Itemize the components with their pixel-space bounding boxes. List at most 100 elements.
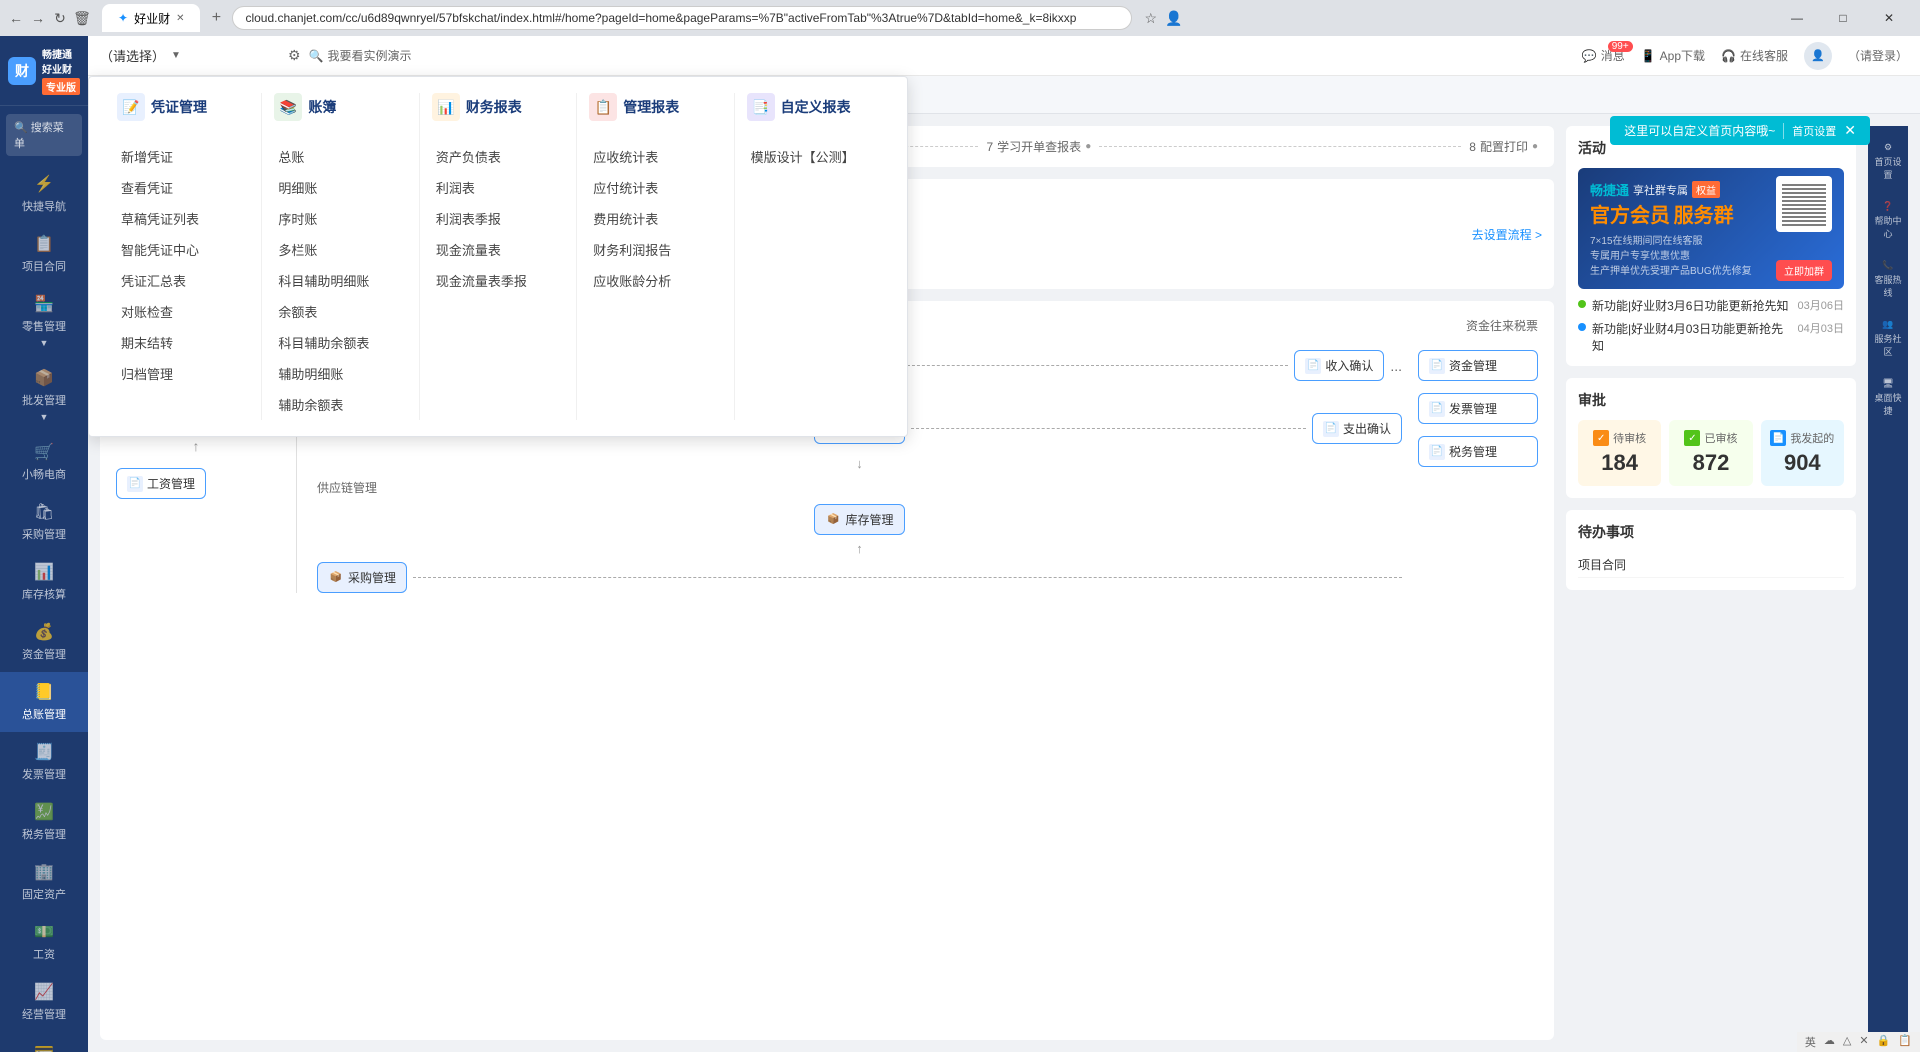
tab-close-btn[interactable]: ✕ bbox=[176, 13, 184, 24]
close-btn[interactable]: ✕ bbox=[1866, 2, 1912, 34]
nav-delete[interactable]: 🗑 bbox=[74, 10, 90, 26]
menu-item-voucher-summary[interactable]: 凭证汇总表 bbox=[117, 265, 249, 296]
menu-item-cash-flow-quarterly[interactable]: 现金流量表季报 bbox=[432, 265, 564, 296]
nav-forward[interactable]: → bbox=[30, 10, 46, 26]
new-tab-btn[interactable]: + bbox=[204, 6, 228, 30]
address-bar[interactable]: cloud.chanjet.com/cc/u6d89qwnryel/57bfsk… bbox=[232, 6, 1132, 30]
menu-item-financial-profit[interactable]: 财务利润报告 bbox=[589, 234, 721, 265]
right-nav-hotline[interactable]: 📞 客服热线 bbox=[1868, 252, 1908, 307]
menu-item-profit-quarterly[interactable]: 利润表季报 bbox=[432, 203, 564, 234]
banner-official: 官方会员 bbox=[1590, 205, 1670, 227]
approval-card-pending[interactable]: ✓ 待审核 184 bbox=[1578, 420, 1661, 486]
demo-link[interactable]: 🔍 我要看实例演示 bbox=[309, 47, 412, 64]
menu-item-payable-stats[interactable]: 应付统计表 bbox=[589, 172, 721, 203]
fund-icon: 📄 bbox=[1429, 358, 1445, 374]
sidebar-item-wholesale[interactable]: 📦 批发管理 ▼ bbox=[0, 358, 88, 432]
sidebar-item-finance[interactable]: 💰 资金管理 bbox=[0, 612, 88, 672]
menu-item-smart-voucher[interactable]: 智能凭证中心 bbox=[117, 234, 249, 265]
purchase-label: 采购管理 bbox=[348, 569, 396, 586]
tax-icon: 💹 bbox=[34, 802, 54, 822]
sidebar-item-purchase[interactable]: 🛍 采购管理 bbox=[0, 492, 88, 552]
flow-box-salary[interactable]: 📄 工资管理 bbox=[116, 468, 206, 499]
online-service-btn[interactable]: 🎧 在线客服 bbox=[1721, 47, 1788, 64]
sidebar-item-salary[interactable]: 💵 工资 bbox=[0, 912, 88, 972]
message-btn[interactable]: 💬 消息 99+ bbox=[1582, 47, 1625, 64]
sys-arrow[interactable]: △ bbox=[1843, 1034, 1851, 1050]
active-tab[interactable]: ✦ 好业财 ✕ bbox=[102, 4, 200, 32]
menu-item-aux-balance[interactable]: 辅助余额表 bbox=[274, 389, 406, 420]
go-setup-link[interactable]: 去设置流程 > bbox=[1472, 226, 1542, 243]
sidebar-item-fixed-assets[interactable]: 🏢 固定资产 bbox=[0, 852, 88, 912]
join-group-btn[interactable]: 立即加群 bbox=[1776, 260, 1832, 281]
menu-item-expense-stats[interactable]: 费用统计表 bbox=[589, 203, 721, 234]
menu-item-archive[interactable]: 归档管理 bbox=[117, 358, 249, 389]
menu-item-subject-balance[interactable]: 科目辅助余额表 bbox=[274, 327, 406, 358]
menu-item-reconciliation[interactable]: 对账检查 bbox=[117, 296, 249, 327]
menu-item-multi-column[interactable]: 多栏账 bbox=[274, 234, 406, 265]
sidebar-item-management[interactable]: 📈 经营管理 bbox=[0, 972, 88, 1032]
flow-box-fund[interactable]: 📄 资金管理 bbox=[1418, 350, 1538, 381]
customize-notification-bar[interactable]: 这里可以自定义首页内容哦~ 首页设置 ✕ bbox=[1610, 116, 1870, 145]
menu-item-detail-account[interactable]: 明细账 bbox=[274, 172, 406, 203]
sidebar-item-tax[interactable]: 💹 税务管理 bbox=[0, 792, 88, 852]
menu-item-view-voucher[interactable]: 查看凭证 bbox=[117, 172, 249, 203]
menu-item-balance-sheet[interactable]: 余额表 bbox=[274, 296, 406, 327]
flow-box-inventory[interactable]: 📦 库存管理 bbox=[814, 504, 904, 535]
sidebar-search-btn[interactable]: 🔍 搜索菜单 bbox=[6, 114, 82, 156]
nav-back[interactable]: ← bbox=[8, 10, 24, 26]
minimize-btn[interactable]: — bbox=[1774, 2, 1820, 34]
sidebar-item-quick-nav[interactable]: ⚡ 快捷导航 bbox=[0, 164, 88, 224]
menu-item-receivable-stats[interactable]: 应收统计表 bbox=[589, 141, 721, 172]
menu-item-aux-detail[interactable]: 辅助明细账 bbox=[274, 358, 406, 389]
user-avatar[interactable]: 👤 bbox=[1804, 42, 1832, 70]
nav-refresh[interactable]: ↻ bbox=[52, 10, 68, 26]
menu-item-receivable-aging[interactable]: 应收账龄分析 bbox=[589, 265, 721, 296]
company-dropdown-arrow[interactable]: ▼ bbox=[171, 50, 181, 61]
menu-item-balance-statement[interactable]: 资产负债表 bbox=[432, 141, 564, 172]
section-mgmt-report-header: 📋 管理报表 bbox=[589, 114, 721, 129]
sidebar-item-expense[interactable]: 💳 小畅报销 bbox=[0, 1032, 88, 1052]
maximize-btn[interactable]: □ bbox=[1820, 2, 1866, 34]
sys-lock[interactable]: 🔒 bbox=[1877, 1034, 1891, 1050]
menu-item-template-design[interactable]: 模版设计【公测】 bbox=[747, 141, 879, 172]
flow-box-invoice-mgmt[interactable]: 📄 发票管理 bbox=[1418, 393, 1538, 424]
menu-item-subject-detail[interactable]: 科目辅助明细账 bbox=[274, 265, 406, 296]
flow-box-expense-confirm[interactable]: 📄 支出确认 bbox=[1312, 413, 1402, 444]
flow-box-purchase[interactable]: 📦 采购管理 bbox=[317, 562, 407, 593]
sidebar-item-ecommerce[interactable]: 🛒 小畅电商 bbox=[0, 432, 88, 492]
right-nav-community[interactable]: 👥 服务社区 bbox=[1868, 311, 1908, 366]
customize-link[interactable]: 首页设置 bbox=[1783, 123, 1836, 139]
company-selector[interactable]: （请选择） ▼ bbox=[100, 46, 280, 65]
app-download-btn[interactable]: 📱 App下载 bbox=[1641, 47, 1705, 64]
approval-card-approved[interactable]: ✓ 已审核 872 bbox=[1669, 420, 1752, 486]
menu-item-period-close[interactable]: 期末结转 bbox=[117, 327, 249, 358]
flow-box-income-confirm[interactable]: 📄 收入确认 bbox=[1294, 350, 1384, 381]
menu-item-profit-statement[interactable]: 利润表 bbox=[432, 172, 564, 203]
sidebar-item-invoice[interactable]: 🧾 发票管理 bbox=[0, 732, 88, 792]
menu-item-cash-flow[interactable]: 现金流量表 bbox=[432, 234, 564, 265]
sys-clipboard[interactable]: 📋 bbox=[1898, 1034, 1912, 1050]
sidebar-item-inventory[interactable]: 📊 库存核算 bbox=[0, 552, 88, 612]
sidebar-item-project[interactable]: 📋 项目合同 bbox=[0, 224, 88, 284]
menu-item-sequence-account[interactable]: 序时账 bbox=[274, 203, 406, 234]
menu-item-add-voucher[interactable]: 新增凭证 bbox=[117, 141, 249, 172]
bookmark-icon[interactable]: ☆ bbox=[1144, 10, 1157, 27]
sys-lang[interactable]: 英 bbox=[1805, 1034, 1816, 1050]
pending-icon: ✓ bbox=[1593, 430, 1609, 446]
activity-item-2: 新功能|好业财4月03日功能更新抢先知 04月03日 bbox=[1578, 320, 1844, 354]
profile-icon[interactable]: 👤 bbox=[1165, 10, 1182, 27]
sys-cloud[interactable]: ☁ bbox=[1824, 1034, 1835, 1050]
banner-sub1: 7×15在线期间同在线客服 bbox=[1590, 232, 1832, 247]
approval-card-submitted[interactable]: 📄 我发起的 904 bbox=[1761, 420, 1844, 486]
sys-close-x[interactable]: ✕ bbox=[1859, 1034, 1868, 1050]
right-nav-home-settings[interactable]: ⚙ 首页设置 bbox=[1868, 134, 1908, 189]
right-nav-desktop[interactable]: 🖥 桌面快捷 bbox=[1868, 370, 1908, 425]
right-nav-help[interactable]: ❓ 帮助中心 bbox=[1868, 193, 1908, 248]
flow-box-tax-mgmt[interactable]: 📄 税务管理 bbox=[1418, 436, 1538, 467]
customize-close-btn[interactable]: ✕ bbox=[1844, 122, 1856, 139]
sidebar-item-retail[interactable]: 🏪 零售管理 ▼ bbox=[0, 284, 88, 358]
menu-item-general-ledger[interactable]: 总账 bbox=[274, 141, 406, 172]
sidebar-item-accounting[interactable]: 📒 总账管理 bbox=[0, 672, 88, 732]
top-settings-icon[interactable]: ⚙ bbox=[288, 47, 301, 64]
menu-item-draft-voucher[interactable]: 草稿凭证列表 bbox=[117, 203, 249, 234]
